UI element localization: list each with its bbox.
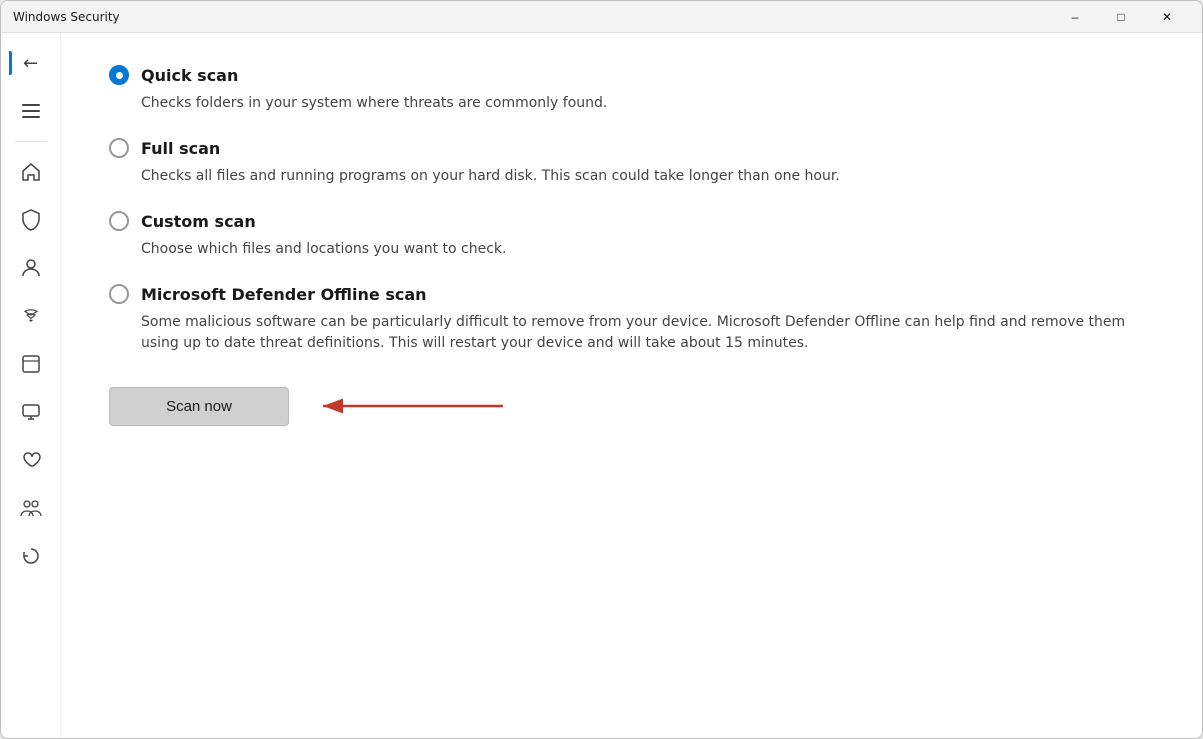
history-icon[interactable] [9, 534, 53, 578]
full-scan-desc: Checks all files and running programs on… [141, 166, 1154, 187]
scan-now-area: Scan now [109, 386, 1154, 426]
offline-scan-header: Microsoft Defender Offline scan [109, 284, 1154, 304]
home-icon[interactable] [9, 150, 53, 194]
quick-scan-option: Quick scan Checks folders in your system… [109, 65, 1154, 114]
custom-scan-radio[interactable] [109, 211, 129, 231]
offline-scan-desc: Some malicious software can be particula… [141, 312, 1154, 354]
custom-scan-option: Custom scan Choose which files and locat… [109, 211, 1154, 260]
device-security-icon[interactable] [9, 390, 53, 434]
custom-scan-desc: Choose which files and locations you wan… [141, 239, 1154, 260]
windows-security-window: Windows Security – □ ✕ ← [0, 0, 1203, 739]
offline-scan-radio[interactable] [109, 284, 129, 304]
minimize-button[interactable]: – [1052, 1, 1098, 33]
quick-scan-radio[interactable] [109, 65, 129, 85]
close-button[interactable]: ✕ [1144, 1, 1190, 33]
window-title: Windows Security [13, 10, 1052, 24]
network-icon[interactable] [9, 294, 53, 338]
titlebar-controls: – □ ✕ [1052, 1, 1190, 33]
sidebar-divider-1 [15, 141, 47, 142]
arrow-annotation [313, 386, 513, 426]
custom-scan-header: Custom scan [109, 211, 1154, 231]
scan-now-button[interactable]: Scan now [109, 387, 289, 426]
hamburger-icon[interactable] [9, 89, 53, 133]
account-icon[interactable] [9, 246, 53, 290]
offline-scan-label: Microsoft Defender Offline scan [141, 285, 427, 304]
quick-scan-desc: Checks folders in your system where thre… [141, 93, 1154, 114]
full-scan-header: Full scan [109, 138, 1154, 158]
sidebar: ← [1, 33, 61, 738]
app-browser-icon[interactable] [9, 342, 53, 386]
full-scan-option: Full scan Checks all files and running p… [109, 138, 1154, 187]
titlebar: Windows Security – □ ✕ [1, 1, 1202, 33]
full-scan-label: Full scan [141, 139, 220, 158]
back-icon[interactable]: ← [9, 41, 53, 85]
shield-icon[interactable] [9, 198, 53, 242]
app-body: ← [1, 33, 1202, 738]
health-icon[interactable] [9, 438, 53, 482]
full-scan-radio[interactable] [109, 138, 129, 158]
quick-scan-header: Quick scan [109, 65, 1154, 85]
family-icon[interactable] [9, 486, 53, 530]
maximize-button[interactable]: □ [1098, 1, 1144, 33]
quick-scan-label: Quick scan [141, 66, 238, 85]
main-content: Quick scan Checks folders in your system… [61, 33, 1202, 738]
custom-scan-label: Custom scan [141, 212, 256, 231]
offline-scan-option: Microsoft Defender Offline scan Some mal… [109, 284, 1154, 354]
